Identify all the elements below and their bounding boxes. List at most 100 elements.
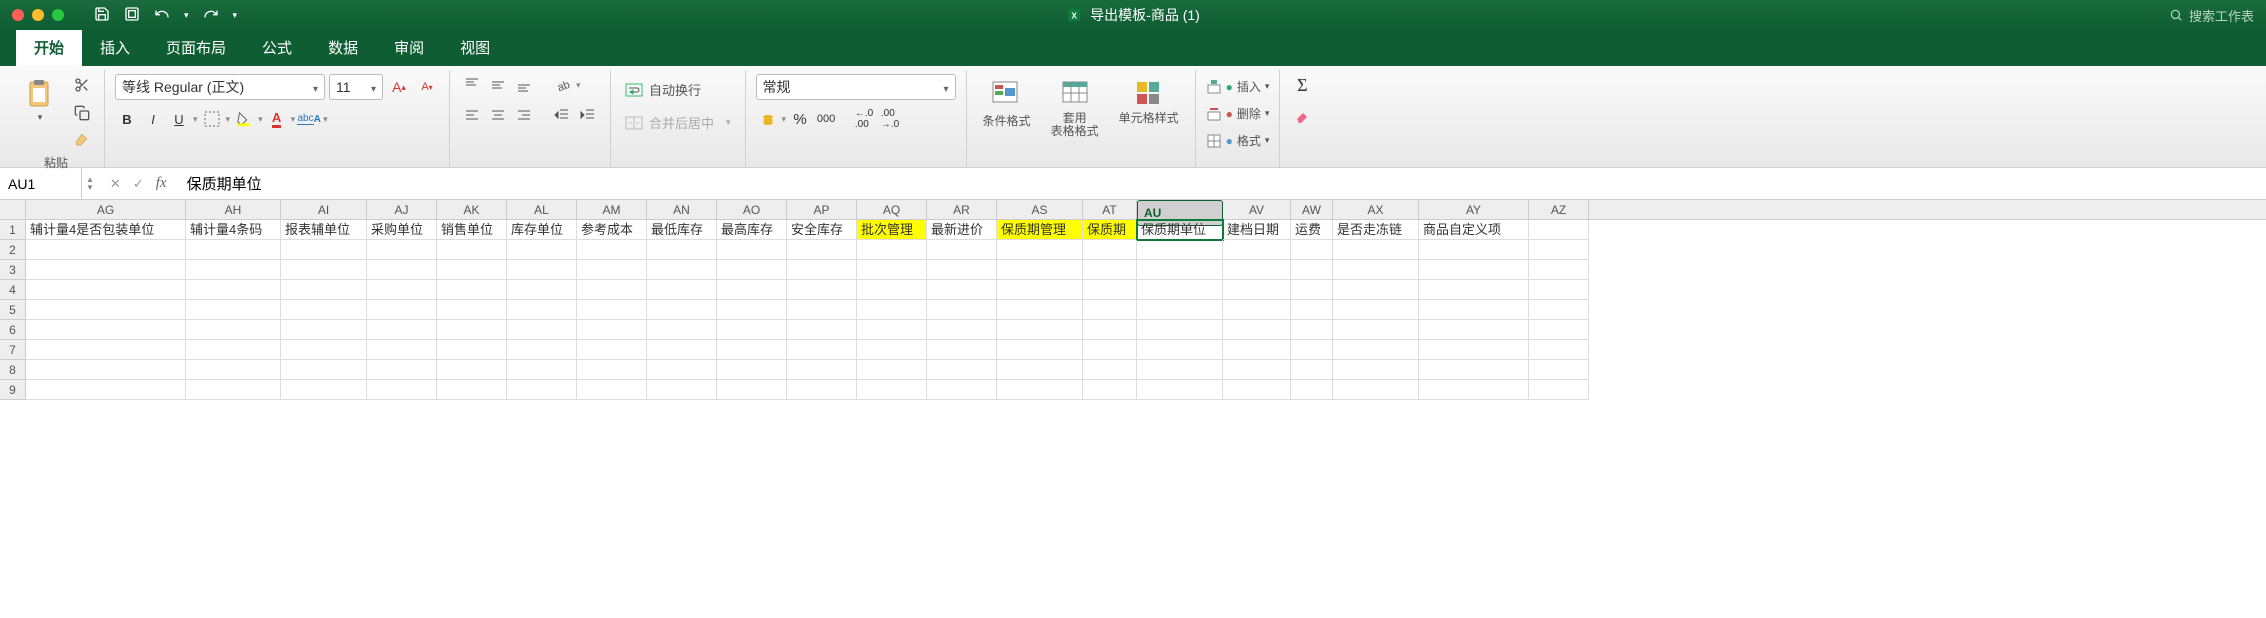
search-sheet[interactable]: 搜索工作表: [2169, 6, 2254, 25]
col-header-AQ[interactable]: AQ: [857, 200, 927, 219]
cell-AG9[interactable]: [26, 380, 186, 400]
cell-AP8[interactable]: [787, 360, 857, 380]
align-bottom-button[interactable]: [512, 74, 536, 96]
col-header-AL[interactable]: AL: [507, 200, 577, 219]
cell-AO4[interactable]: [717, 280, 787, 300]
cell-AJ4[interactable]: [367, 280, 437, 300]
cell-AI1[interactable]: 报表辅单位: [281, 220, 367, 240]
insert-cells-button[interactable]: ●插入▾: [1206, 78, 1270, 95]
cell-AK3[interactable]: [437, 260, 507, 280]
clear-button[interactable]: [1290, 106, 1314, 128]
align-top-button[interactable]: [460, 74, 484, 96]
cell-AT9[interactable]: [1083, 380, 1137, 400]
cell-AK9[interactable]: [437, 380, 507, 400]
conditional-format-button[interactable]: 条件格式: [977, 74, 1037, 133]
cell-AO8[interactable]: [717, 360, 787, 380]
cell-AJ2[interactable]: [367, 240, 437, 260]
cell-AP9[interactable]: [787, 380, 857, 400]
tab-公式[interactable]: 公式: [244, 29, 310, 66]
cell-AZ9[interactable]: [1529, 380, 1589, 400]
font-color-button[interactable]: A: [265, 108, 289, 130]
select-all-corner[interactable]: [0, 200, 26, 220]
cell-AQ3[interactable]: [857, 260, 927, 280]
zoom-window-button[interactable]: [52, 9, 64, 21]
cell-AG3[interactable]: [26, 260, 186, 280]
cell-AL2[interactable]: [507, 240, 577, 260]
col-header-AV[interactable]: AV: [1223, 200, 1291, 219]
cell-AH7[interactable]: [186, 340, 281, 360]
cell-AY6[interactable]: [1419, 320, 1529, 340]
cell-AT7[interactable]: [1083, 340, 1137, 360]
cell-AJ9[interactable]: [367, 380, 437, 400]
spreadsheet-grid[interactable]: AGAHAIAJAKALAMANAOAPAQARASATAUAVAWAXAYAZ…: [0, 200, 2266, 400]
cell-AZ7[interactable]: [1529, 340, 1589, 360]
cell-AI7[interactable]: [281, 340, 367, 360]
cell-AQ8[interactable]: [857, 360, 927, 380]
cell-AM4[interactable]: [577, 280, 647, 300]
font-name-select[interactable]: 等线 Regular (正文): [115, 74, 325, 100]
col-header-AI[interactable]: AI: [281, 200, 367, 219]
cell-AR3[interactable]: [927, 260, 997, 280]
cell-AQ7[interactable]: [857, 340, 927, 360]
cell-AU9[interactable]: [1137, 380, 1223, 400]
cell-AQ1[interactable]: 批次管理: [857, 220, 927, 240]
save-icon[interactable]: [94, 6, 110, 25]
cut-button[interactable]: [70, 74, 94, 96]
cell-AO2[interactable]: [717, 240, 787, 260]
row-header-3[interactable]: 3: [0, 260, 26, 280]
row-header-1[interactable]: 1: [0, 220, 26, 240]
cell-AH2[interactable]: [186, 240, 281, 260]
merge-center-button[interactable]: 合并后居中 ▾: [621, 111, 735, 134]
cell-AJ3[interactable]: [367, 260, 437, 280]
cell-AS2[interactable]: [997, 240, 1083, 260]
undo-dropdown-icon[interactable]: ▾: [184, 10, 189, 21]
cell-AW2[interactable]: [1291, 240, 1333, 260]
cell-AP2[interactable]: [787, 240, 857, 260]
increase-indent-button[interactable]: [576, 104, 600, 126]
cell-AT3[interactable]: [1083, 260, 1137, 280]
cell-AV6[interactable]: [1223, 320, 1291, 340]
cell-AO7[interactable]: [717, 340, 787, 360]
cell-AK2[interactable]: [437, 240, 507, 260]
cell-AX8[interactable]: [1333, 360, 1419, 380]
col-header-AY[interactable]: AY: [1419, 200, 1529, 219]
row-header-4[interactable]: 4: [0, 280, 26, 300]
cell-AX5[interactable]: [1333, 300, 1419, 320]
cell-AJ8[interactable]: [367, 360, 437, 380]
col-header-AN[interactable]: AN: [647, 200, 717, 219]
cell-AT8[interactable]: [1083, 360, 1137, 380]
cell-AI2[interactable]: [281, 240, 367, 260]
cell-AV2[interactable]: [1223, 240, 1291, 260]
cell-AR9[interactable]: [927, 380, 997, 400]
cell-AK4[interactable]: [437, 280, 507, 300]
cell-AO9[interactable]: [717, 380, 787, 400]
col-header-AM[interactable]: AM: [577, 200, 647, 219]
number-format-select[interactable]: 常规: [756, 74, 956, 100]
cell-AN4[interactable]: [647, 280, 717, 300]
cell-AT2[interactable]: [1083, 240, 1137, 260]
cell-AP6[interactable]: [787, 320, 857, 340]
cell-AI4[interactable]: [281, 280, 367, 300]
cell-AX4[interactable]: [1333, 280, 1419, 300]
cell-AX1[interactable]: 是否走冻链: [1333, 220, 1419, 240]
cell-AX2[interactable]: [1333, 240, 1419, 260]
cell-AU7[interactable]: [1137, 340, 1223, 360]
cell-AU8[interactable]: [1137, 360, 1223, 380]
cell-AZ5[interactable]: [1529, 300, 1589, 320]
close-window-button[interactable]: [12, 9, 24, 21]
minimize-window-button[interactable]: [32, 9, 44, 21]
cell-AL5[interactable]: [507, 300, 577, 320]
column-headers[interactable]: AGAHAIAJAKALAMANAOAPAQARASATAUAVAWAXAYAZ: [26, 200, 2266, 220]
cell-AS6[interactable]: [997, 320, 1083, 340]
cell-AI8[interactable]: [281, 360, 367, 380]
cell-styles-button[interactable]: 单元格样式: [1113, 74, 1185, 129]
cell-AM1[interactable]: 参考成本: [577, 220, 647, 240]
percent-button[interactable]: %: [788, 108, 812, 130]
cell-AW9[interactable]: [1291, 380, 1333, 400]
name-box[interactable]: [0, 168, 82, 199]
format-as-table-button[interactable]: 套用 表格格式: [1045, 74, 1105, 142]
cell-AT6[interactable]: [1083, 320, 1137, 340]
cell-AM6[interactable]: [577, 320, 647, 340]
row-header-2[interactable]: 2: [0, 240, 26, 260]
cell-AU1[interactable]: 保质期单位: [1137, 220, 1223, 240]
